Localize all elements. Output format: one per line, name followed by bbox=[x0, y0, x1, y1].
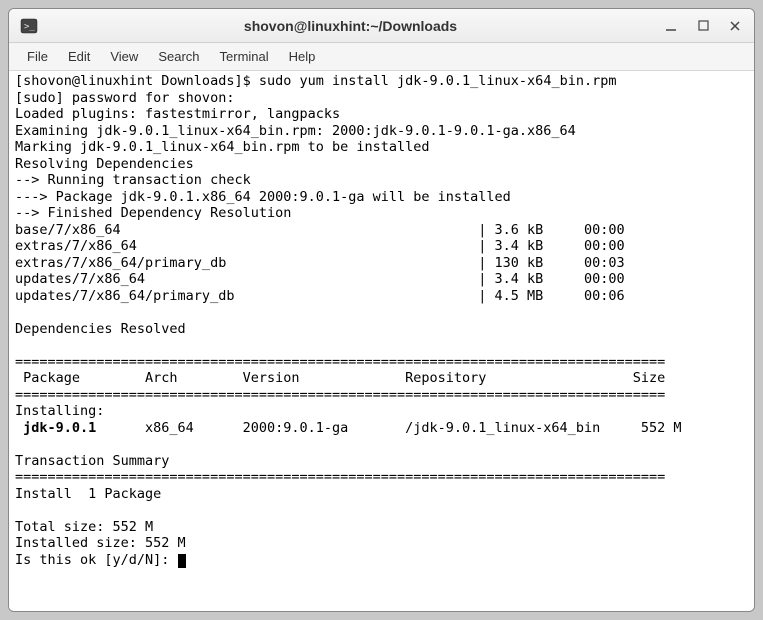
output-line: base/7/x86_64 | 3.6 kB 00:00 bbox=[15, 222, 625, 238]
package-name: jdk-9.0.1 bbox=[15, 420, 96, 436]
output-line: Installing: bbox=[15, 403, 104, 419]
output-line: Transaction Summary bbox=[15, 453, 169, 469]
table-header: Package Arch Version Repository Size bbox=[15, 370, 665, 386]
menu-edit[interactable]: Edit bbox=[58, 45, 100, 68]
output-line: extras/7/x86_64/primary_db | 130 kB 00:0… bbox=[15, 255, 625, 271]
cursor bbox=[178, 554, 186, 568]
output-line: Dependencies Resolved bbox=[15, 321, 186, 337]
output-line: updates/7/x86_64 | 3.4 kB 00:00 bbox=[15, 271, 625, 287]
window-controls bbox=[662, 17, 744, 35]
minimize-button[interactable] bbox=[662, 17, 680, 35]
output-line: Install 1 Package bbox=[15, 486, 161, 502]
titlebar[interactable]: >_ shovon@linuxhint:~/Downloads bbox=[9, 9, 754, 43]
output-line: --> Finished Dependency Resolution bbox=[15, 205, 291, 221]
terminal-content[interactable]: [shovon@linuxhint Downloads]$ sudo yum i… bbox=[9, 71, 754, 611]
output-line: Examining jdk-9.0.1_linux-x64_bin.rpm: 2… bbox=[15, 123, 576, 139]
package-details: x86_64 2000:9.0.1-ga /jdk-9.0.1_linux-x6… bbox=[96, 420, 681, 436]
menu-search[interactable]: Search bbox=[148, 45, 209, 68]
menubar: File Edit View Search Terminal Help bbox=[9, 43, 754, 71]
command-text: sudo yum install jdk-9.0.1_linux-x64_bin… bbox=[259, 73, 617, 89]
svg-text:>_: >_ bbox=[24, 22, 35, 32]
menu-file[interactable]: File bbox=[17, 45, 58, 68]
output-line: Total size: 552 M bbox=[15, 519, 153, 535]
divider-line: ========================================… bbox=[15, 387, 665, 403]
output-line: ---> Package jdk-9.0.1.x86_64 2000:9.0.1… bbox=[15, 189, 511, 205]
output-line: Resolving Dependencies bbox=[15, 156, 194, 172]
shell-prompt: [shovon@linuxhint Downloads]$ bbox=[15, 73, 259, 89]
output-line: updates/7/x86_64/primary_db | 4.5 MB 00:… bbox=[15, 288, 625, 304]
output-line: [sudo] password for shovon: bbox=[15, 90, 234, 106]
divider-line: ========================================… bbox=[15, 354, 665, 370]
terminal-window: >_ shovon@linuxhint:~/Downloads File Edi… bbox=[8, 8, 755, 612]
output-line: Loaded plugins: fastestmirror, langpacks bbox=[15, 106, 340, 122]
output-line: --> Running transaction check bbox=[15, 172, 251, 188]
menu-terminal[interactable]: Terminal bbox=[210, 45, 279, 68]
output-line: Installed size: 552 M bbox=[15, 535, 186, 551]
menu-view[interactable]: View bbox=[100, 45, 148, 68]
close-button[interactable] bbox=[726, 17, 744, 35]
input-prompt: Is this ok [y/d/N]: bbox=[15, 552, 178, 568]
divider-line: ========================================… bbox=[15, 469, 665, 485]
maximize-button[interactable] bbox=[694, 17, 712, 35]
menu-help[interactable]: Help bbox=[279, 45, 326, 68]
output-line: Marking jdk-9.0.1_linux-x64_bin.rpm to b… bbox=[15, 139, 430, 155]
output-line: extras/7/x86_64 | 3.4 kB 00:00 bbox=[15, 238, 625, 254]
app-icon: >_ bbox=[19, 16, 39, 36]
window-title: shovon@linuxhint:~/Downloads bbox=[39, 18, 662, 34]
